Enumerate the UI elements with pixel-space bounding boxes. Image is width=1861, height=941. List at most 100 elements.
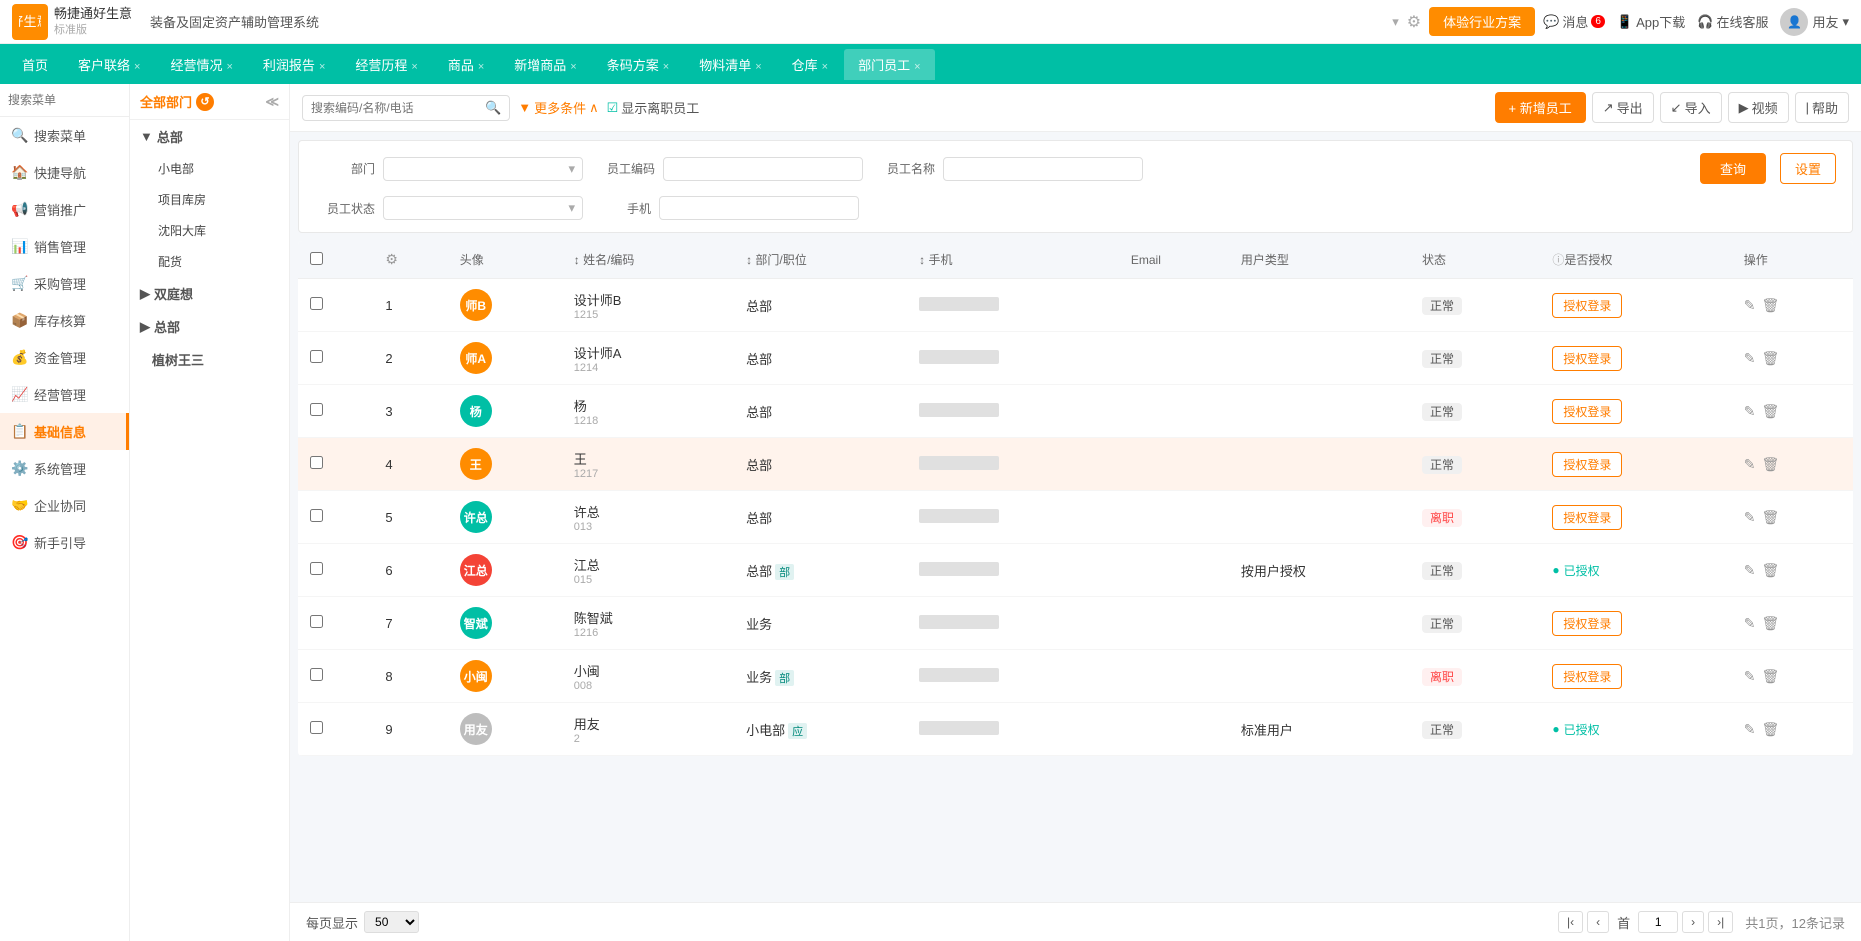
page-input[interactable] (1638, 911, 1678, 933)
online-support-btn[interactable]: 🎧 在线客服 (1697, 12, 1768, 31)
empstatus-select[interactable] (383, 196, 583, 220)
nav-tab[interactable]: 经营情况× (156, 49, 246, 80)
sidebar-item-资金管理[interactable]: 💰资金管理 (0, 339, 129, 376)
dept-group-header-zongbu[interactable]: ▼ 总部 (130, 120, 289, 153)
sidebar-item-营销推广[interactable]: 📢营销推广 (0, 191, 129, 228)
phone-filter-input[interactable] (659, 196, 859, 220)
query-button[interactable]: 查询 (1700, 153, 1766, 184)
delete-icon[interactable]: 🗑 (1761, 350, 1779, 367)
sidebar-item-采购管理[interactable]: 🛒采购管理 (0, 265, 129, 302)
view-button[interactable]: ▶ 视频 (1728, 92, 1789, 123)
dept-group-header-shuangting[interactable]: ▶ 双庭想 (130, 277, 289, 310)
dept-select[interactable] (383, 157, 583, 181)
dept-item-xiaodian[interactable]: 小电部 (142, 153, 289, 184)
col-name[interactable]: ↕ 姓名/编码 (562, 241, 734, 279)
dropdown-icon[interactable]: ▾ (1392, 14, 1399, 30)
filter-more-btn[interactable]: ▼ 更多条件 ∧ (518, 98, 598, 117)
message-btn[interactable]: 💬 消息 6 (1543, 12, 1605, 31)
row-checkbox[interactable] (310, 721, 323, 734)
nav-tab[interactable]: 部门员工× (844, 49, 934, 80)
row-checkbox[interactable] (310, 456, 323, 469)
set-button[interactable]: 设置 (1780, 153, 1836, 184)
tab-close-icon[interactable]: × (914, 61, 920, 73)
auth-button[interactable]: 授权登录 (1552, 664, 1622, 689)
auth-button[interactable]: 授权登录 (1552, 505, 1622, 530)
tab-close-icon[interactable]: × (411, 61, 417, 73)
row-checkbox[interactable] (310, 562, 323, 575)
nav-tab[interactable]: 物料清单× (685, 49, 775, 80)
edit-icon[interactable]: ✎ (1744, 297, 1756, 314)
tab-close-icon[interactable]: × (319, 61, 325, 73)
auth-button[interactable]: 授权登录 (1552, 452, 1622, 477)
delete-icon[interactable]: 🗑 (1761, 456, 1779, 473)
tab-close-icon[interactable]: × (478, 61, 484, 73)
last-page-btn[interactable]: ›| (1708, 911, 1733, 933)
dept-group-header-zongbu2[interactable]: ▶ 总部 (130, 310, 289, 343)
col-dept[interactable]: ↕ 部门/职位 (734, 241, 907, 279)
empname-input[interactable] (943, 157, 1143, 181)
empcode-input[interactable] (663, 157, 863, 181)
delete-icon[interactable]: 🗑 (1761, 297, 1779, 314)
edit-icon[interactable]: ✎ (1744, 615, 1756, 632)
sidebar-item-快捷导航[interactable]: 🏠快捷导航 (0, 154, 129, 191)
auth-button[interactable]: 授权登录 (1552, 399, 1622, 424)
export-button[interactable]: ↗ 导出 (1592, 92, 1654, 123)
sidebar-item-企业协同[interactable]: 🤝企业协同 (0, 487, 129, 524)
delete-icon[interactable]: 🗑 (1761, 668, 1779, 685)
nav-tab[interactable]: 仓库× (778, 49, 842, 80)
nav-tab[interactable]: 利润报告× (249, 49, 339, 80)
nav-tab[interactable]: 新增商品× (500, 49, 590, 80)
tab-close-icon[interactable]: × (663, 61, 669, 73)
sidebar-item-新手引导[interactable]: 🎯新手引导 (0, 524, 129, 561)
delete-icon[interactable]: 🗑 (1761, 509, 1779, 526)
auth-button[interactable]: 授权登录 (1552, 611, 1622, 636)
dept-refresh-icon[interactable]: ↺ (196, 93, 214, 111)
row-checkbox[interactable] (310, 615, 323, 628)
delete-icon[interactable]: 🗑 (1761, 615, 1779, 632)
tab-close-icon[interactable]: × (134, 61, 140, 73)
sidebar-item-销售管理[interactable]: 📊销售管理 (0, 228, 129, 265)
sidebar-item-基础信息[interactable]: 📋基础信息 (0, 413, 129, 450)
nav-tab[interactable]: 首页 (8, 49, 62, 80)
help-button[interactable]: | 帮助 (1795, 92, 1849, 123)
first-page-btn[interactable]: |‹ (1558, 911, 1583, 933)
add-employee-button[interactable]: + 新增员工 (1495, 92, 1586, 123)
user-btn[interactable]: 👤 用友 ▾ (1780, 8, 1849, 36)
employee-search-input[interactable] (311, 101, 481, 115)
settings-icon[interactable]: ⚙ (1407, 12, 1421, 32)
sidebar-item-系统管理[interactable]: ⚙️系统管理 (0, 450, 129, 487)
tab-close-icon[interactable]: × (822, 61, 828, 73)
dept-item-shenyang[interactable]: 沈阳大库 (142, 215, 289, 246)
row-checkbox[interactable] (310, 403, 323, 416)
prev-page-btn[interactable]: ‹ (1587, 911, 1609, 933)
nav-tab[interactable]: 经营历程× (341, 49, 431, 80)
edit-icon[interactable]: ✎ (1744, 721, 1756, 738)
edit-icon[interactable]: ✎ (1744, 562, 1756, 579)
edit-icon[interactable]: ✎ (1744, 509, 1756, 526)
row-checkbox[interactable] (310, 350, 323, 363)
auth-button[interactable]: 授权登录 (1552, 346, 1622, 371)
delete-icon[interactable]: 🗑 (1761, 562, 1779, 579)
edit-icon[interactable]: ✎ (1744, 456, 1756, 473)
nav-tab[interactable]: 条码方案× (593, 49, 683, 80)
import-button[interactable]: ↙ 导入 (1660, 92, 1722, 123)
edit-icon[interactable]: ✎ (1744, 668, 1756, 685)
app-download-btn[interactable]: 📱 App下载 (1617, 12, 1685, 31)
trial-button[interactable]: 体验行业方案 (1429, 7, 1535, 36)
dept-collapse-btn[interactable]: ≪ (265, 94, 279, 110)
tab-close-icon[interactable]: × (570, 61, 576, 73)
tab-close-icon[interactable]: × (755, 61, 761, 73)
show-inactive-toggle[interactable]: ☑ 显示离职员工 (607, 98, 700, 117)
edit-icon[interactable]: ✎ (1744, 350, 1756, 367)
col-phone[interactable]: ↕ 手机 (907, 241, 1119, 279)
row-checkbox[interactable] (310, 509, 323, 522)
next-page-btn[interactable]: › (1682, 911, 1704, 933)
sidebar-item-搜索菜单[interactable]: 🔍搜索菜单 (0, 117, 129, 154)
tab-close-icon[interactable]: × (226, 61, 232, 73)
nav-tab[interactable]: 商品× (434, 49, 498, 80)
edit-icon[interactable]: ✎ (1744, 403, 1756, 420)
row-checkbox[interactable] (310, 668, 323, 681)
per-page-select[interactable]: 50 100 (364, 911, 419, 933)
dept-item-peihuo[interactable]: 配货 (142, 246, 289, 277)
nav-tab[interactable]: 客户联络× (64, 49, 154, 80)
